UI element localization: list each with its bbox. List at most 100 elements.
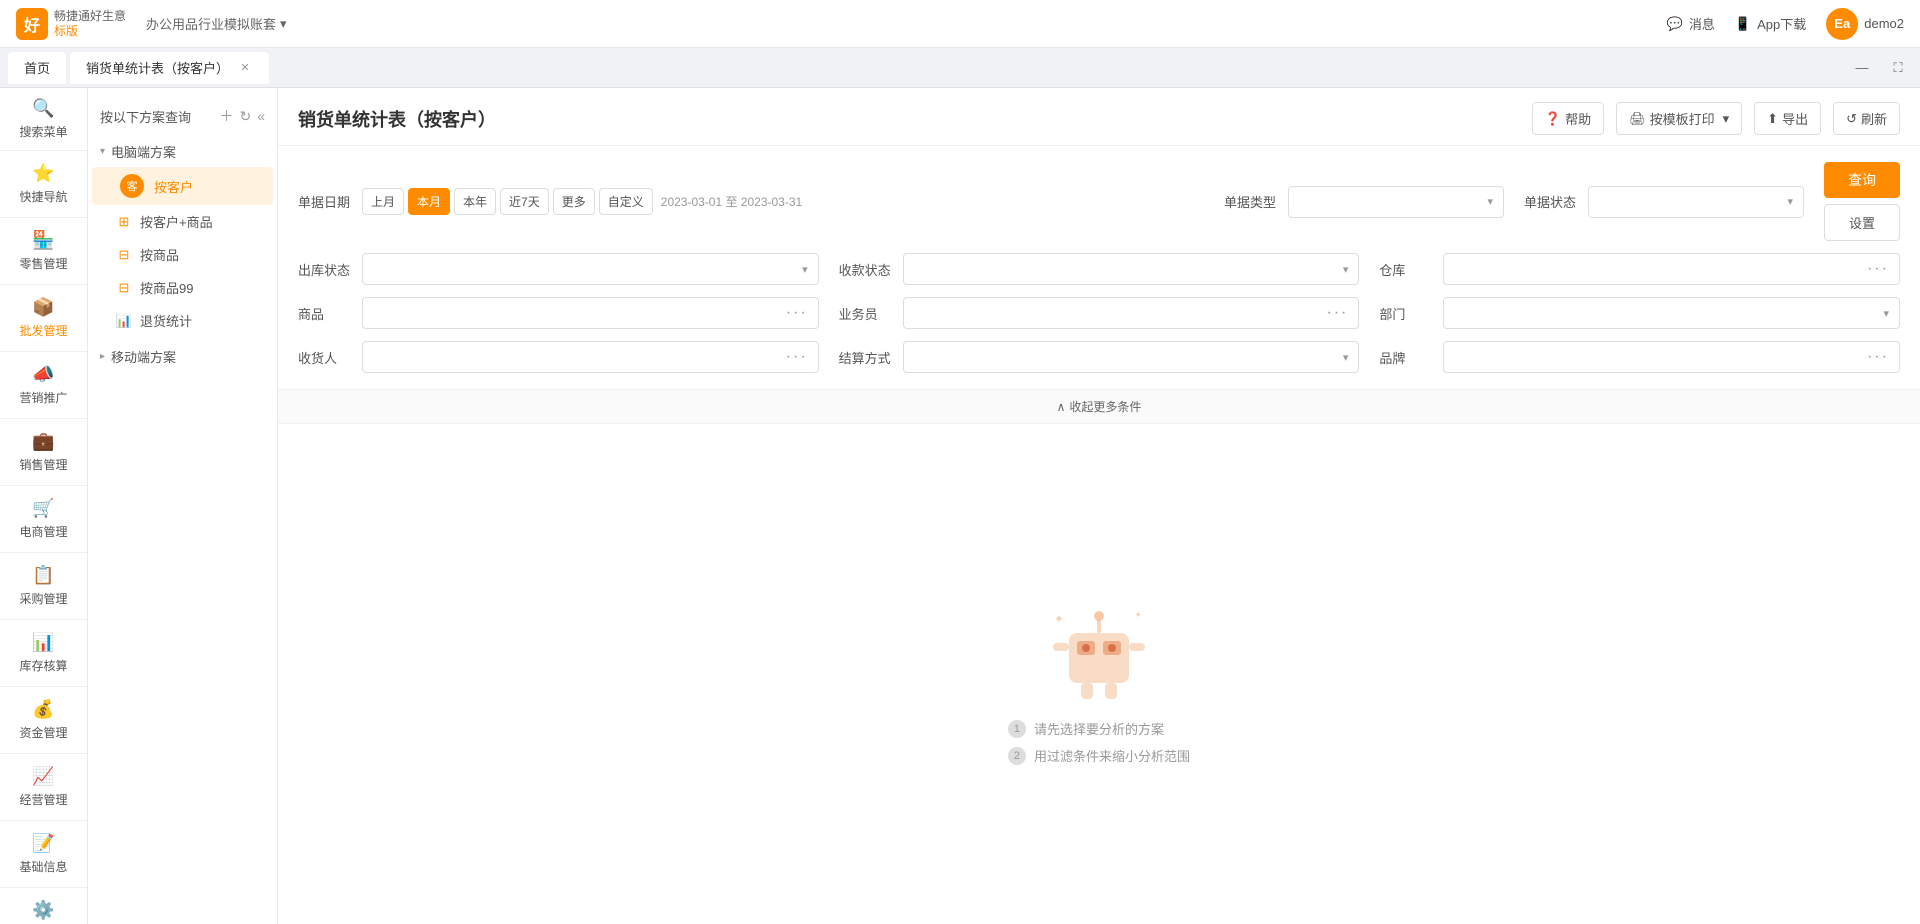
sidebar-item-wholesale[interactable]: 📦 批发管理 xyxy=(0,285,87,352)
doc-type-select[interactable]: ▾ xyxy=(1288,186,1504,218)
page-header: 销货单统计表（按客户） ❓ 帮助 🖨 按模板打印 ▾ ⬆ xyxy=(278,88,1920,146)
sidebar-item-operations[interactable]: 📈 经营管理 xyxy=(0,754,87,821)
collapse-panel-icon[interactable]: « xyxy=(257,108,265,124)
brand-select[interactable]: ··· xyxy=(1443,341,1900,373)
sidebar-item-retail[interactable]: 🏪 零售管理 xyxy=(0,218,87,285)
left-panel: 按以下方案查询 ＋ ↻ « ▾ 电脑端方案 客 xyxy=(88,88,278,924)
filter-doc-type: 单据类型 ▾ xyxy=(1224,186,1504,218)
refresh-button[interactable]: ↺ 刷新 xyxy=(1833,102,1900,135)
this-year-button[interactable]: 本年 xyxy=(454,188,496,215)
collect-status-label: 收款状态 xyxy=(839,260,895,279)
custom-button[interactable]: 自定义 xyxy=(599,188,653,215)
export-button[interactable]: ⬆ 导出 xyxy=(1754,102,1821,135)
sidebar-item-ecommerce[interactable]: 🛒 电商管理 xyxy=(0,486,87,553)
tab-sales-stat[interactable]: 销货单统计表（按客户） ✕ xyxy=(70,52,269,84)
star-icon: ⭐ xyxy=(32,163,54,184)
sidebar-item-quick-nav[interactable]: ⭐ 快捷导航 xyxy=(0,151,87,218)
tab-expand-button[interactable]: ⛶ xyxy=(1884,54,1912,82)
sidebar-item-marketing[interactable]: 📣 营销推广 xyxy=(0,352,87,419)
tab-bar-actions: — ⛶ xyxy=(1848,54,1912,82)
add-scheme-button[interactable]: ＋ xyxy=(219,106,233,126)
more-button[interactable]: 更多 xyxy=(553,188,595,215)
template-print-button[interactable]: 🖨 按模板打印 ▾ xyxy=(1616,102,1742,135)
product-select[interactable]: ··· xyxy=(362,297,819,329)
receiver-label: 收货人 xyxy=(298,348,354,367)
prev-month-button[interactable]: 上月 xyxy=(362,188,404,215)
salesman-label: 业务员 xyxy=(839,304,895,323)
help-button[interactable]: ❓ 帮助 xyxy=(1532,102,1604,135)
filter-warehouse: 仓库 ··· xyxy=(1379,253,1900,285)
dots-icon: ··· xyxy=(786,304,808,322)
receiver-select[interactable]: ··· xyxy=(362,341,819,373)
tab-minimize-button[interactable]: — xyxy=(1848,54,1876,82)
user-action[interactable]: Ea demo2 xyxy=(1826,8,1904,40)
date-filter-controls: 上月 本月 本年 近7天 更多 自定义 2023-03-01 至 2023-03… xyxy=(362,188,802,215)
filter-receiver: 收货人 ··· xyxy=(298,341,819,373)
collect-status-select[interactable]: ▾ xyxy=(903,253,1360,285)
sidebar-item-system[interactable]: ⚙️ 系统管理 xyxy=(0,888,87,924)
warehouse-select[interactable]: ··· xyxy=(1443,253,1900,285)
svg-text:✦: ✦ xyxy=(1054,612,1064,626)
last7-button[interactable]: 近7天 xyxy=(500,188,549,215)
chevron-down-icon: ▾ xyxy=(802,263,808,276)
sidebar-item-sales[interactable]: 💼 销售管理 xyxy=(0,419,87,486)
nav-group-mobile: ▸ 移动端方案 xyxy=(88,341,277,372)
action-buttons: 查询 设置 xyxy=(1824,162,1900,241)
marketing-icon: 📣 xyxy=(32,364,54,385)
top-header: 好 畅捷通好生意 标版 办公用品行业模拟账套 ▾ 💬 消息 📱 App下载 Ea… xyxy=(0,0,1920,48)
app-download-action[interactable]: 📱 App下载 xyxy=(1735,14,1806,33)
nav-group-mobile-title[interactable]: ▸ 移动端方案 xyxy=(88,341,277,372)
left-panel-header: 按以下方案查询 ＋ ↻ « xyxy=(88,100,277,132)
nav-group-desktop-title[interactable]: ▾ 电脑端方案 xyxy=(88,136,277,167)
settle-method-select[interactable]: ▾ xyxy=(903,341,1360,373)
nav-item-product-99[interactable]: ⊟ 按商品99 xyxy=(88,271,277,304)
chevron-down-icon: ▾ xyxy=(280,16,287,32)
grid2-icon: ⊟ xyxy=(116,247,132,263)
sidebar-item-inventory[interactable]: 📊 库存核算 xyxy=(0,620,87,687)
hint-num-1: 1 xyxy=(1008,720,1026,738)
sidebar-item-base-info[interactable]: 📝 基础信息 xyxy=(0,821,87,888)
tab-home[interactable]: 首页 xyxy=(8,52,66,84)
message-action[interactable]: 💬 消息 xyxy=(1667,14,1715,33)
grid-icon: ⊞ xyxy=(116,214,132,230)
nav-item-by-product[interactable]: ⊟ 按商品 xyxy=(88,238,277,271)
sidebar-item-purchase[interactable]: 📋 采购管理 xyxy=(0,553,87,620)
refresh-scheme-icon[interactable]: ↻ xyxy=(239,108,251,125)
filter-row-3: 商品 ··· 业务员 ··· xyxy=(298,297,1900,329)
warehouse-label: 仓库 xyxy=(1379,260,1435,279)
doc-status-label: 单据状态 xyxy=(1524,192,1580,211)
tab-close-icon[interactable]: ✕ xyxy=(237,60,253,76)
nav-group-desktop: ▾ 电脑端方案 客 按客户 ⊞ 按客户+商品 ⊟ 按商品 xyxy=(88,136,277,337)
chevron-down-icon: ▾ xyxy=(1723,111,1730,127)
collapse-bar[interactable]: ∧ 收起更多条件 xyxy=(278,390,1920,424)
doc-status-select[interactable]: ▾ xyxy=(1588,186,1804,218)
this-month-button[interactable]: 本月 xyxy=(408,188,450,215)
out-status-select[interactable]: ▾ xyxy=(362,253,819,285)
nav-item-return-stat[interactable]: 📊 退货统计 xyxy=(88,304,277,337)
logo-text: 畅捷通好生意 标版 xyxy=(54,9,126,38)
left-panel-actions: ＋ ↻ « xyxy=(219,106,265,126)
department-select[interactable]: ▾ xyxy=(1443,297,1900,329)
refresh-icon: ↺ xyxy=(1846,111,1857,127)
date-range-display: 2023-03-01 至 2023-03-31 xyxy=(661,193,802,210)
page-title: 销货单统计表（按客户） xyxy=(298,106,496,132)
content-area: 按以下方案查询 ＋ ↻ « ▾ 电脑端方案 客 xyxy=(88,88,1920,924)
salesman-select[interactable]: ··· xyxy=(903,297,1360,329)
dots-icon: ··· xyxy=(786,348,808,366)
filter-date: 单据日期 上月 本月 本年 近7天 更多 自定义 2023-03-01 至 20… xyxy=(298,188,1204,215)
breadcrumb-dropdown[interactable]: 办公用品行业模拟账套 ▾ xyxy=(138,10,295,37)
collapse-up-icon: ∧ xyxy=(1057,400,1066,414)
nav-item-customer-product[interactable]: ⊞ 按客户+商品 xyxy=(88,205,277,238)
nav-item-by-customer[interactable]: 客 按客户 xyxy=(92,167,273,205)
filter-doc-status: 单据状态 ▾ xyxy=(1524,186,1804,218)
sidebar-item-finance[interactable]: 💰 资金管理 xyxy=(0,687,87,754)
purchase-icon: 📋 xyxy=(32,565,54,586)
main-content: 销货单统计表（按客户） ❓ 帮助 🖨 按模板打印 ▾ ⬆ xyxy=(278,88,1920,924)
dots-icon: ··· xyxy=(1867,260,1889,278)
settings-button[interactable]: 设置 xyxy=(1824,204,1900,241)
filter-settle-method: 结算方式 ▾ xyxy=(839,341,1360,373)
filter-row-1: 单据日期 上月 本月 本年 近7天 更多 自定义 2023-03-01 至 20… xyxy=(298,162,1900,241)
query-button[interactable]: 查询 xyxy=(1824,162,1900,198)
dots-icon: ··· xyxy=(1326,304,1348,322)
sidebar-item-search-menu[interactable]: 🔍 搜索菜单 xyxy=(0,88,87,151)
